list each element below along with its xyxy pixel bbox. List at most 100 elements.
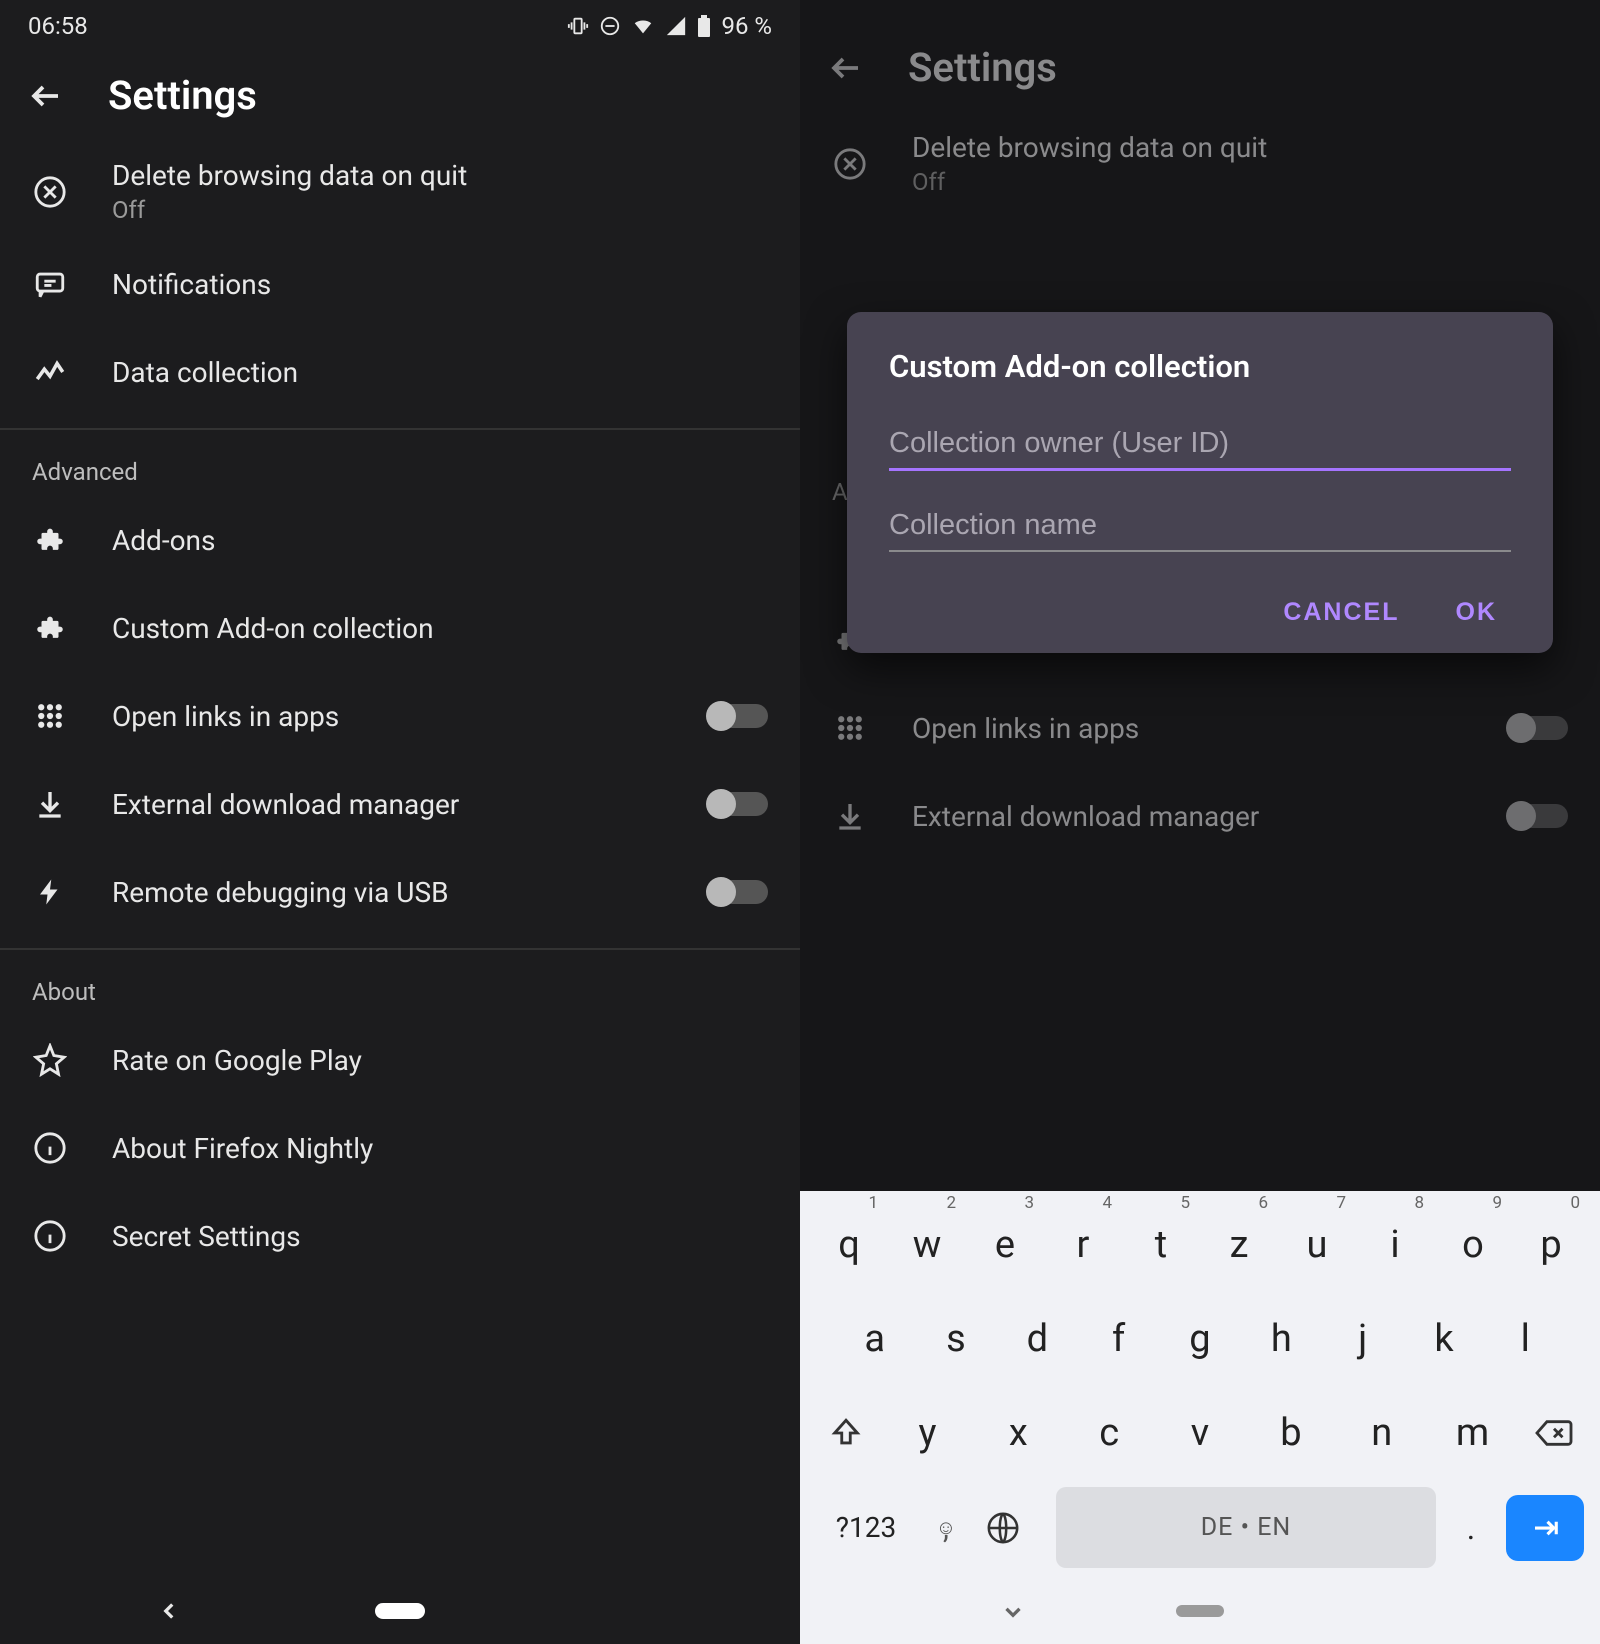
puzzle-icon bbox=[32, 610, 68, 646]
key-x[interactable]: x bbox=[973, 1393, 1064, 1473]
battery-percent: 96 % bbox=[721, 12, 772, 40]
key-f[interactable]: f bbox=[1078, 1299, 1159, 1379]
key-o[interactable]: o9 bbox=[1434, 1205, 1512, 1285]
row-title: Custom Add-on collection bbox=[112, 612, 768, 645]
key-u[interactable]: u7 bbox=[1278, 1205, 1356, 1285]
row-open-links: Open links in apps bbox=[800, 684, 1600, 772]
row-external-download[interactable]: External download manager bbox=[0, 760, 800, 848]
key-m[interactable]: m bbox=[1427, 1393, 1518, 1473]
row-title: External download manager bbox=[112, 788, 664, 821]
key-l[interactable]: l bbox=[1485, 1299, 1566, 1379]
key-k[interactable]: k bbox=[1403, 1299, 1484, 1379]
key-h[interactable]: h bbox=[1241, 1299, 1322, 1379]
chat-icon bbox=[32, 266, 68, 302]
key-n[interactable]: n bbox=[1336, 1393, 1427, 1473]
collection-owner-input[interactable] bbox=[889, 417, 1511, 471]
row-remote-debug[interactable]: Remote debugging via USB bbox=[0, 848, 800, 936]
row-notifications[interactable]: Notifications bbox=[0, 240, 800, 328]
nav-back-icon[interactable] bbox=[156, 1598, 182, 1624]
key-d[interactable]: d bbox=[997, 1299, 1078, 1379]
key-c[interactable]: c bbox=[1064, 1393, 1155, 1473]
kb-row-1: q1w2e3r4t5z6u7i8o9p0 bbox=[806, 1205, 1594, 1285]
toggle-external-download bbox=[1508, 804, 1568, 828]
status-bar: 06:58 96 % bbox=[0, 0, 800, 48]
bolt-icon bbox=[32, 874, 68, 910]
info-icon bbox=[32, 1218, 68, 1254]
space-key[interactable]: DE • EN bbox=[1056, 1487, 1436, 1568]
row-title: Rate on Google Play bbox=[112, 1044, 768, 1077]
row-delete-browsing[interactable]: Delete browsing data on quit Off bbox=[0, 143, 800, 240]
row-secret-settings[interactable]: Secret Settings bbox=[0, 1192, 800, 1280]
row-title: Remote debugging via USB bbox=[112, 876, 664, 909]
toggle-open-links bbox=[1508, 716, 1568, 740]
row-title: Delete browsing data on quit bbox=[912, 131, 1568, 164]
back-icon[interactable] bbox=[828, 50, 864, 86]
wifi-icon bbox=[631, 15, 655, 37]
ok-button[interactable]: OK bbox=[1456, 598, 1498, 627]
shift-key[interactable] bbox=[810, 1416, 882, 1450]
key-g[interactable]: g bbox=[1159, 1299, 1240, 1379]
row-data-collection[interactable]: Data collection bbox=[0, 328, 800, 416]
row-about-firefox[interactable]: About Firefox Nightly bbox=[0, 1104, 800, 1192]
download-icon bbox=[832, 798, 868, 834]
row-title: Open links in apps bbox=[912, 712, 1464, 745]
toggle-remote-debug[interactable] bbox=[708, 880, 768, 904]
nav-home-pill[interactable] bbox=[375, 1603, 425, 1619]
key-t[interactable]: t5 bbox=[1122, 1205, 1200, 1285]
backspace-key[interactable] bbox=[1518, 1416, 1590, 1450]
row-title: Secret Settings bbox=[112, 1220, 768, 1253]
row-title: Data collection bbox=[112, 356, 768, 389]
download-icon bbox=[32, 786, 68, 822]
kb-row-4: ?123 ☺ , DE • EN . bbox=[806, 1487, 1594, 1568]
symbols-key[interactable]: ?123 bbox=[826, 1511, 906, 1544]
key-r[interactable]: r4 bbox=[1044, 1205, 1122, 1285]
key-i[interactable]: i8 bbox=[1356, 1205, 1434, 1285]
key-j[interactable]: j bbox=[1322, 1299, 1403, 1379]
row-subtitle: Off bbox=[112, 196, 768, 224]
key-y[interactable]: y bbox=[882, 1393, 973, 1473]
dialog-title: Custom Add-on collection bbox=[889, 348, 1511, 385]
status-time: 06:58 bbox=[28, 12, 88, 40]
collection-name-input[interactable] bbox=[889, 499, 1511, 552]
key-b[interactable]: b bbox=[1245, 1393, 1336, 1473]
kb-row-3: yxcvbnm bbox=[806, 1393, 1594, 1473]
period-key[interactable]: . bbox=[1446, 1509, 1496, 1547]
key-p[interactable]: p0 bbox=[1512, 1205, 1590, 1285]
key-z[interactable]: z6 bbox=[1200, 1205, 1278, 1285]
row-external-download: External download manager bbox=[800, 772, 1600, 860]
toggle-open-links[interactable] bbox=[708, 704, 768, 728]
toggle-external-download[interactable] bbox=[708, 792, 768, 816]
row-open-links[interactable]: Open links in apps bbox=[0, 672, 800, 760]
row-title: Notifications bbox=[112, 268, 768, 301]
system-nav-bar bbox=[0, 1578, 800, 1644]
key-w[interactable]: w2 bbox=[888, 1205, 966, 1285]
back-icon[interactable] bbox=[28, 78, 64, 114]
row-title: About Firefox Nightly bbox=[112, 1132, 768, 1165]
signal-icon bbox=[665, 15, 687, 37]
language-key[interactable] bbox=[986, 1511, 1046, 1545]
battery-icon bbox=[697, 15, 711, 37]
star-icon bbox=[32, 1042, 68, 1078]
cancel-button[interactable]: CANCEL bbox=[1283, 598, 1399, 627]
page-title: Settings bbox=[908, 44, 1057, 91]
enter-key[interactable] bbox=[1506, 1495, 1584, 1561]
key-v[interactable]: v bbox=[1155, 1393, 1246, 1473]
key-a[interactable]: a bbox=[834, 1299, 915, 1379]
nav-home-pill[interactable] bbox=[1176, 1605, 1224, 1617]
status-icons: 96 % bbox=[567, 12, 772, 40]
row-title: Add-ons bbox=[112, 524, 768, 557]
key-e[interactable]: e3 bbox=[966, 1205, 1044, 1285]
divider bbox=[0, 428, 800, 430]
row-rate[interactable]: Rate on Google Play bbox=[0, 1016, 800, 1104]
settings-list: Delete browsing data on quit Off Notific… bbox=[0, 143, 800, 1578]
screen-dialog: Settings Delete browsing data on quit Of… bbox=[800, 0, 1600, 1644]
row-addons[interactable]: Add-ons bbox=[0, 496, 800, 584]
key-q[interactable]: q1 bbox=[810, 1205, 888, 1285]
soft-keyboard: q1w2e3r4t5z6u7i8o9p0 asdfghjkl yxcvbnm ?… bbox=[800, 1191, 1600, 1644]
emoji-key[interactable]: ☺ , bbox=[916, 1515, 976, 1540]
system-nav-bar bbox=[806, 1574, 1594, 1638]
vibrate-icon bbox=[567, 15, 589, 37]
key-s[interactable]: s bbox=[915, 1299, 996, 1379]
nav-collapse-icon[interactable] bbox=[1000, 1598, 1026, 1624]
row-custom-addon[interactable]: Custom Add-on collection bbox=[0, 584, 800, 672]
